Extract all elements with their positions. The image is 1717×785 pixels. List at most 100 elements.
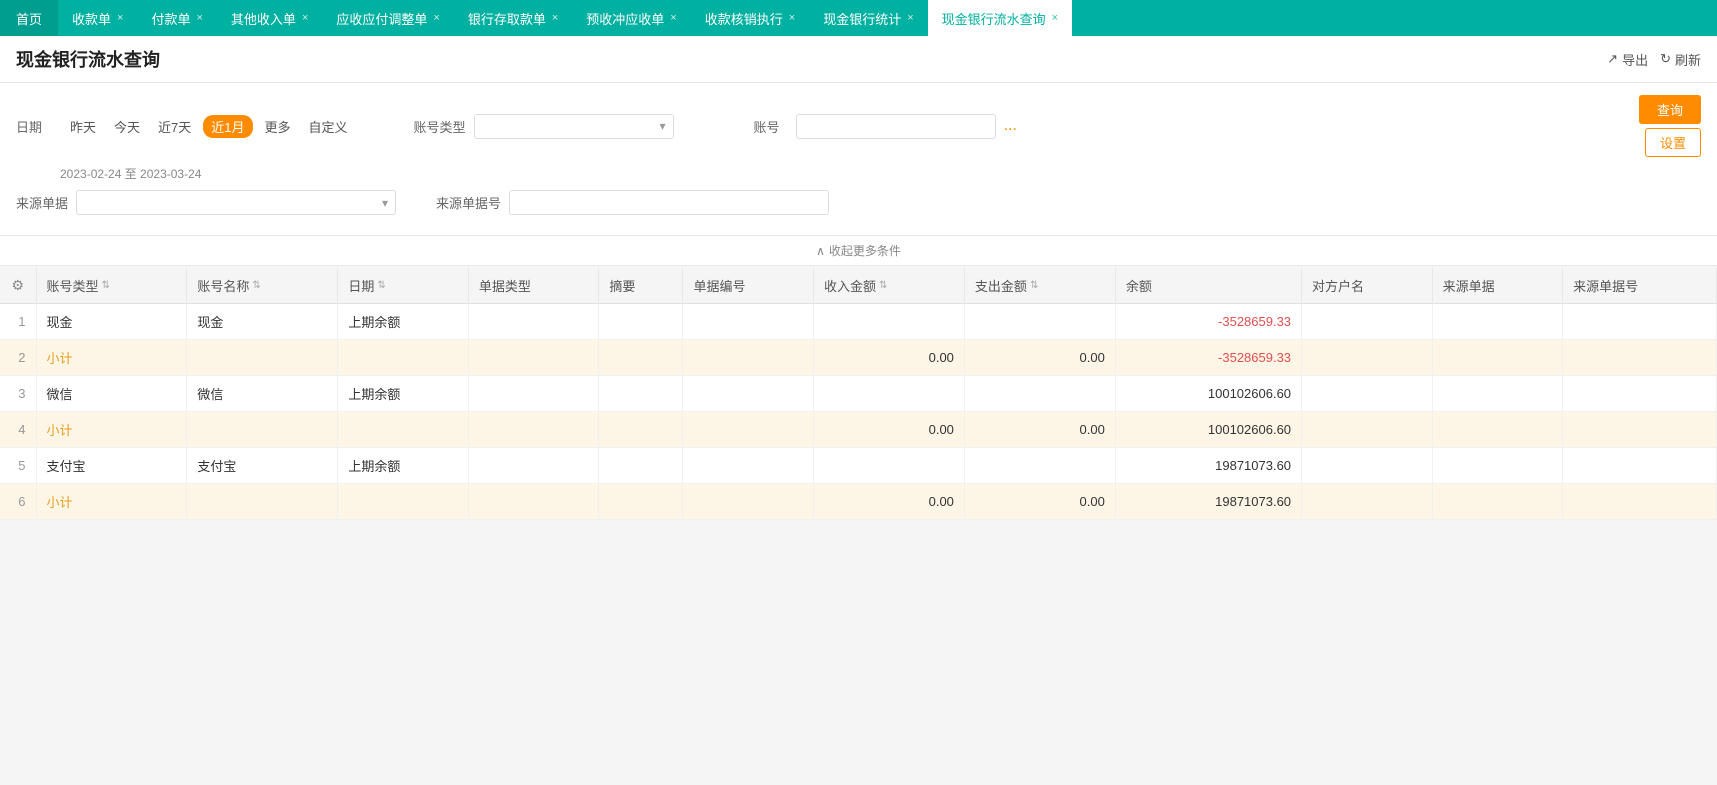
table-cell (683, 412, 814, 448)
export-icon: ↗ (1607, 51, 1618, 67)
table-cell (599, 412, 683, 448)
date-options: 昨天 今天 近7天 近1月 更多 自定义 (64, 115, 354, 138)
table-cell (1432, 376, 1563, 412)
table-cell: 1 (0, 304, 36, 340)
sort-icon: ⇅ (102, 280, 110, 291)
close-icon[interactable]: × (1052, 12, 1058, 24)
col-source-doc[interactable]: 来源单据 (1432, 268, 1563, 304)
nav-home[interactable]: 首页 (0, 0, 58, 36)
date-opt-custom[interactable]: 自定义 (303, 115, 354, 138)
account-dots-button[interactable]: ... (1004, 117, 1017, 135)
date-opt-yesterday[interactable]: 昨天 (64, 115, 102, 138)
nav-tab-bank-stats[interactable]: 现金银行统计 × (809, 0, 927, 36)
nav-tab-receipt-exec[interactable]: 收款核销执行 × (691, 0, 809, 36)
close-icon[interactable]: × (433, 12, 439, 24)
col-doc-number[interactable]: 单据编号 (683, 268, 814, 304)
date-opt-7days[interactable]: 近7天 (152, 115, 197, 138)
source-doc-num-input[interactable] (509, 190, 829, 215)
source-doc-select[interactable] (76, 190, 396, 215)
table-cell (599, 448, 683, 484)
account-input[interactable] (796, 114, 996, 139)
nav-tab-receipt[interactable]: 收款单 × (58, 0, 137, 36)
table-cell: 现金 (36, 304, 187, 340)
table-cell (468, 340, 599, 376)
nav-tab-bank-deposit[interactable]: 银行存取款单 × (454, 0, 572, 36)
table-cell: 4 (0, 412, 36, 448)
filter-area: 日期 昨天 今天 近7天 近1月 更多 自定义 账号类型 账号 ... 查询 设… (0, 83, 1717, 236)
col-income[interactable]: 收入金额⇅ (814, 268, 965, 304)
account-type-select[interactable] (474, 114, 674, 139)
col-doc-type[interactable]: 单据类型 (468, 268, 599, 304)
table-cell-balance: 100102606.60 (1115, 412, 1301, 448)
collapse-bar[interactable]: ∧ 收起更多条件 (0, 236, 1717, 266)
col-balance[interactable]: 余额 (1115, 268, 1301, 304)
table-row: 4小计0.000.00100102606.60 (0, 412, 1717, 448)
table-cell (1432, 412, 1563, 448)
table-cell: 上期余额 (338, 448, 469, 484)
table-cell (338, 484, 469, 520)
table-cell (1432, 448, 1563, 484)
refresh-button[interactable]: ↻ 刷新 (1660, 50, 1701, 69)
col-expense[interactable]: 支出金额⇅ (964, 268, 1115, 304)
col-date[interactable]: 日期⇅ (338, 268, 469, 304)
table-cell: 支付宝 (187, 448, 338, 484)
table-cell: 0.00 (964, 340, 1115, 376)
table-cell (187, 412, 338, 448)
table-header-row: ⚙ 账号类型⇅ 账号名称⇅ 日期⇅ 单据类型 摘要 单据编号 收入金额⇅ (0, 268, 1717, 304)
col-account-type[interactable]: 账号类型⇅ (36, 268, 187, 304)
close-icon[interactable]: × (670, 12, 676, 24)
table-cell (683, 340, 814, 376)
nav-tab-other-income[interactable]: 其他收入单 × (217, 0, 322, 36)
table-cell (964, 448, 1115, 484)
close-icon[interactable]: × (789, 12, 795, 24)
close-icon[interactable]: × (907, 12, 913, 24)
table-cell (1432, 304, 1563, 340)
date-opt-1month[interactable]: 近1月 (203, 115, 252, 138)
table-cell (1302, 448, 1433, 484)
filter-row-2: 来源单据 来源单据号 (16, 190, 1701, 215)
table-row: 2小计0.000.00-3528659.33 (0, 340, 1717, 376)
col-counterpart[interactable]: 对方户名 (1302, 268, 1433, 304)
table-cell (683, 448, 814, 484)
table-cell-balance: -3528659.33 (1115, 304, 1301, 340)
table-cell (1563, 376, 1717, 412)
close-icon[interactable]: × (196, 12, 202, 24)
table-cell (338, 412, 469, 448)
close-icon[interactable]: × (552, 12, 558, 24)
col-account-name[interactable]: 账号名称⇅ (187, 268, 338, 304)
nav-tab-payment[interactable]: 付款单 × (137, 0, 216, 36)
table-cell (599, 376, 683, 412)
table-cell: 3 (0, 376, 36, 412)
col-source-doc-num[interactable]: 来源单据号 (1563, 268, 1717, 304)
date-opt-more[interactable]: 更多 (259, 115, 297, 138)
close-icon[interactable]: × (302, 12, 308, 24)
col-summary[interactable]: 摘要 (599, 268, 683, 304)
date-range-display: 2023-02-24 至 2023-03-24 (56, 165, 1701, 182)
table-cell: 微信 (187, 376, 338, 412)
table-cell: 0.00 (814, 412, 965, 448)
table-cell: 5 (0, 448, 36, 484)
page-title: 现金银行流水查询 (16, 46, 160, 72)
table-cell (683, 484, 814, 520)
data-table: ⚙ 账号类型⇅ 账号名称⇅ 日期⇅ 单据类型 摘要 单据编号 收入金额⇅ (0, 268, 1717, 520)
table-cell (468, 412, 599, 448)
table-cell: 0.00 (964, 484, 1115, 520)
table-row: 6小计0.000.0019871073.60 (0, 484, 1717, 520)
account-field: 账号 ... (714, 114, 1017, 139)
export-button[interactable]: ↗ 导出 (1607, 50, 1648, 69)
nav-tab-prepaid[interactable]: 预收冲应收单 × (572, 0, 690, 36)
nav-tab-bank-flow[interactable]: 现金银行流水查询 × (928, 0, 1072, 36)
table-cell (1563, 412, 1717, 448)
table-cell: 0.00 (814, 484, 965, 520)
table-row: 5支付宝支付宝上期余额19871073.60 (0, 448, 1717, 484)
close-icon[interactable]: × (117, 12, 123, 24)
col-settings[interactable]: ⚙ (0, 268, 36, 304)
settings-button[interactable]: 设置 (1645, 128, 1701, 157)
query-button[interactable]: 查询 (1639, 95, 1701, 124)
nav-tab-adjustment[interactable]: 应收应付调整单 × (322, 0, 453, 36)
date-filter-label: 日期 (16, 117, 56, 136)
column-settings-icon[interactable]: ⚙ (11, 277, 24, 293)
sort-icon: ⇅ (252, 280, 260, 291)
sort-icon: ⇅ (879, 280, 887, 291)
date-opt-today[interactable]: 今天 (108, 115, 146, 138)
